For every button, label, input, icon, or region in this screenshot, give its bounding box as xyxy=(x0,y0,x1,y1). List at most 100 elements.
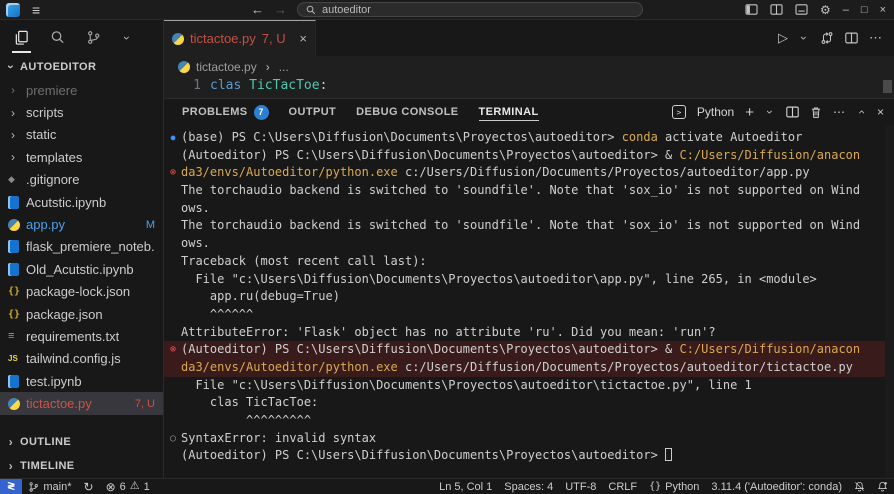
git-branch-item[interactable]: main* xyxy=(22,479,77,494)
outline-section[interactable]: › OUTLINE xyxy=(0,430,163,454)
remote-indicator[interactable]: ≷ xyxy=(0,479,23,494)
tab-problem-badge: 7, U xyxy=(261,31,286,46)
breadcrumb[interactable]: tictactoe.py › ... xyxy=(164,56,894,78)
more-views-chevron-icon[interactable]: › xyxy=(120,31,134,45)
panel-tab-problems[interactable]: PROBLEMS 7 xyxy=(174,99,277,125)
back-icon[interactable]: ← xyxy=(251,2,264,17)
terminal-line: Traceback (most recent call last): xyxy=(181,253,427,268)
folder-templates[interactable]: › templates xyxy=(0,146,163,168)
compare-changes-icon[interactable] xyxy=(820,31,834,45)
python-icon xyxy=(172,32,184,45)
file-Old-Acutstic.ipynb[interactable]: Old_Acutstic.ipynb xyxy=(0,258,163,280)
run-dropdown-icon[interactable]: › xyxy=(797,33,811,43)
close-window-button[interactable]: × xyxy=(880,4,886,16)
toggle-panel-icon[interactable] xyxy=(795,4,808,15)
terminal-line: ows. xyxy=(181,200,210,215)
file-package-lock.json[interactable]: {} package-lock.json xyxy=(0,281,163,303)
forward-icon[interactable]: → xyxy=(274,2,287,17)
file-.gitignore[interactable]: ◆ .gitignore xyxy=(0,169,163,191)
kill-terminal-icon[interactable] xyxy=(810,106,822,119)
terminal-dropdown-icon[interactable]: › xyxy=(763,107,777,117)
split-editor-icon[interactable] xyxy=(845,32,858,44)
breadcrumb-more[interactable]: ... xyxy=(279,60,289,74)
editor-code-area[interactable]: 1 clas TicTacToe: xyxy=(164,78,894,98)
item-label: templates xyxy=(26,149,83,165)
file-tictactoe.py[interactable]: tictactoe.py 7, U xyxy=(0,392,163,415)
problems-item[interactable]: ⊗ 6 ⚠ 1 xyxy=(100,479,156,494)
file-test.ipynb[interactable]: test.ipynb xyxy=(0,370,163,392)
settings-gear-icon[interactable]: ⚙ xyxy=(820,4,831,16)
terminal-line: ⊗ da3/envs/Autoeditor/python.exe c:/Users… xyxy=(164,164,894,182)
terminal-scrollbar[interactable] xyxy=(885,125,894,478)
panel-tab-debug-console[interactable]: DEBUG CONSOLE xyxy=(348,99,466,125)
braces-icon: {} xyxy=(649,481,662,492)
timeline-section[interactable]: › TIMELINE xyxy=(0,454,163,478)
terminal-shell-icon: > xyxy=(671,105,686,119)
notifications-bell-icon[interactable] xyxy=(871,479,894,494)
explorer-icon[interactable] xyxy=(12,30,31,53)
toggle-sidebar-icon[interactable] xyxy=(745,4,758,15)
notebook-icon xyxy=(8,195,19,209)
panel-more-actions-icon[interactable]: ⋯ xyxy=(833,105,845,119)
panel-tab-output[interactable]: OUTPUT xyxy=(281,99,345,125)
minimize-button[interactable]: – xyxy=(843,4,849,16)
folder-scripts[interactable]: › scripts xyxy=(0,101,163,123)
sync-item[interactable]: ↻ xyxy=(78,479,100,494)
explorer-section-header[interactable]: › AUTOEDITOR xyxy=(0,55,163,79)
maximize-panel-icon[interactable]: › xyxy=(854,107,868,117)
split-terminal-icon[interactable] xyxy=(786,106,799,118)
breadcrumb-chevron-icon: › xyxy=(265,60,270,74)
cursor-position[interactable]: Ln 5, Col 1 xyxy=(433,479,498,494)
folder-premiere[interactable]: › premiere xyxy=(0,79,163,101)
command-center-search[interactable]: autoeditor xyxy=(297,2,643,17)
folder-static[interactable]: › static xyxy=(0,124,163,146)
split-layout-icon[interactable] xyxy=(770,4,783,15)
close-panel-icon[interactable]: × xyxy=(877,105,884,119)
do-not-disturb-icon[interactable] xyxy=(848,479,871,494)
error-icon: ⊗ xyxy=(105,479,116,494)
terminal[interactable]: ● (base) PS C:\Users\Diffusion\Documents\… xyxy=(164,125,894,478)
item-label: scripts xyxy=(26,105,64,121)
new-terminal-button[interactable]: + xyxy=(745,104,754,121)
search-icon xyxy=(306,5,316,14)
terminal-line: The torchaudio backend is switched to 's… xyxy=(181,183,861,198)
file-flask-premiere-noteb...[interactable]: flask_premiere_noteb... xyxy=(0,236,163,258)
vscode-window: ≡ ← → autoeditor ⚙ – □ × › › AUTOEDITOR … xyxy=(0,0,894,494)
js-icon: JS xyxy=(8,354,18,364)
menu-icon[interactable]: ≡ xyxy=(32,3,40,17)
editor-more-actions-icon[interactable]: ⋯ xyxy=(869,30,882,46)
python-icon xyxy=(8,218,20,231)
file-requirements.txt[interactable]: ≡ requirements.txt xyxy=(0,325,163,347)
eol-sequence[interactable]: CRLF xyxy=(602,479,643,494)
file-app.py[interactable]: app.py M xyxy=(0,213,163,235)
statusbar: ≷ main* ↻ ⊗ 6 ⚠ 1 Ln 5, Col 1 Spaces: 4 … xyxy=(0,478,894,494)
run-button[interactable]: ▷ xyxy=(778,30,788,46)
python-interpreter[interactable]: 3.11.4 ('Autoeditor': conda) xyxy=(705,479,848,494)
item-label: package.json xyxy=(26,306,103,322)
maximize-button[interactable]: □ xyxy=(861,4,868,16)
indentation[interactable]: Spaces: 4 xyxy=(498,479,559,494)
folder-chevron-icon: › xyxy=(11,105,15,120)
item-label: requirements.txt xyxy=(26,328,120,344)
encoding[interactable]: UTF-8 xyxy=(559,479,602,494)
language-mode[interactable]: {} Python xyxy=(643,479,705,494)
panel-tab-terminal[interactable]: TERMINAL xyxy=(471,99,547,125)
outline-label: OUTLINE xyxy=(20,436,72,448)
json-icon: {} xyxy=(8,286,21,298)
tab-tictactoe[interactable]: tictactoe.py 7, U × xyxy=(164,20,316,56)
file-package.json[interactable]: {} package.json xyxy=(0,303,163,325)
editor-scrollbar[interactable] xyxy=(883,80,892,93)
branch-name: main* xyxy=(43,480,72,493)
item-label: Old_Acutstic.ipynb xyxy=(26,261,134,277)
breadcrumb-file[interactable]: tictactoe.py xyxy=(196,60,257,74)
terminal-line: The torchaudio backend is switched to 's… xyxy=(181,218,861,233)
panel-header: PROBLEMS 7 OUTPUT DEBUG CONSOLE TERMINAL > P… xyxy=(164,98,894,125)
sync-icon: ↻ xyxy=(83,479,94,494)
file-tailwind.config.js[interactable]: JS tailwind.config.js xyxy=(0,348,163,370)
warning-icon: ⚠ xyxy=(129,480,140,492)
search-view-icon[interactable] xyxy=(50,30,65,45)
project-title: AUTOEDITOR xyxy=(20,61,97,73)
tab-close-icon[interactable]: × xyxy=(299,31,307,46)
file-Acutstic.ipynb[interactable]: Acutstic.ipynb xyxy=(0,191,163,213)
source-control-icon[interactable] xyxy=(86,30,101,45)
